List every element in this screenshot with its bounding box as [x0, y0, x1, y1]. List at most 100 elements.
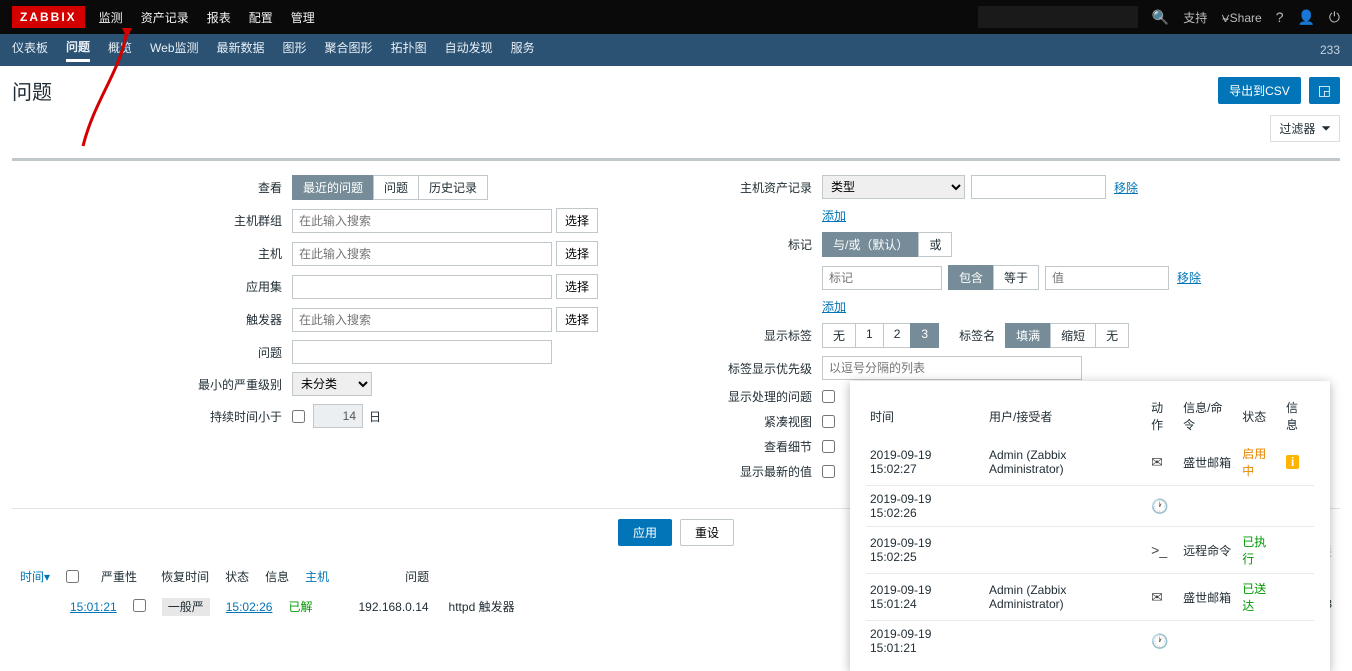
seg-view-recent[interactable]: 最近的问题 — [292, 175, 374, 200]
share-link[interactable]: ⍱Share — [1221, 9, 1261, 26]
pop-msg: 远程命令 — [1179, 527, 1238, 574]
app-select[interactable]: 选择 — [556, 274, 598, 299]
pop-status — [1238, 621, 1282, 662]
seg-view-history[interactable]: 历史记录 — [418, 175, 488, 200]
tag-andor-and[interactable]: 与/或（默认） — [822, 232, 919, 257]
hostgroup-input[interactable] — [292, 209, 552, 233]
label-latest: 显示最新的值 — [652, 463, 822, 480]
showtag-none[interactable]: 无 — [822, 323, 856, 348]
seg-view-problems[interactable]: 问题 — [373, 175, 419, 200]
resolved-checkbox[interactable] — [822, 390, 835, 403]
tag-name-input[interactable] — [822, 266, 942, 290]
pop-time: 2019-09-19 15:02:27 — [866, 439, 985, 486]
inventory-type-select[interactable]: 类型 — [822, 175, 965, 199]
subnav-discovery[interactable]: 自动发现 — [445, 39, 493, 62]
app-input[interactable] — [292, 275, 552, 299]
search-icon[interactable]: 🔍 — [1152, 9, 1169, 26]
host-input[interactable] — [292, 242, 552, 266]
row-checkbox[interactable] — [133, 599, 146, 612]
label-app: 应用集 — [12, 278, 292, 295]
showtag-1[interactable]: 1 — [855, 323, 884, 348]
filter-label: 过滤器 — [1279, 120, 1315, 137]
label-compact: 紧凑视图 — [652, 413, 822, 430]
popup-row: 2019-09-19 15:02:27Admin (Zabbix Adminis… — [866, 439, 1314, 486]
pop-user — [985, 621, 1147, 662]
trigger-select[interactable]: 选择 — [556, 307, 598, 332]
tagname-none[interactable]: 无 — [1095, 323, 1129, 348]
subnav-latest[interactable]: 最新数据 — [217, 39, 265, 62]
minsev-select[interactable]: 未分类 — [292, 372, 372, 396]
compact-checkbox[interactable] — [822, 415, 835, 428]
filter-toggle[interactable]: 过滤器 ⏷ — [1270, 115, 1340, 142]
filter-icon: ⏷ — [1321, 121, 1331, 136]
pop-status: 启用中 — [1238, 439, 1282, 486]
cell-problem: httpd 触发器 — [441, 598, 523, 615]
showtag-3[interactable]: 3 — [910, 323, 939, 348]
tag-op-contains[interactable]: 包含 — [948, 265, 994, 290]
problem-input[interactable] — [292, 340, 552, 364]
topnav: 监测 资产记录 报表 配置 管理 — [99, 9, 315, 26]
age-checkbox[interactable] — [292, 410, 305, 423]
tag-andor-or[interactable]: 或 — [918, 232, 952, 257]
details-checkbox[interactable] — [822, 440, 835, 453]
pop-th-user: 用户/接受者 — [985, 393, 1147, 439]
tag-op-equals[interactable]: 等于 — [993, 265, 1039, 290]
inventory-value-input[interactable] — [971, 175, 1106, 199]
inventory-add[interactable]: 添加 — [822, 207, 846, 224]
th-info: 信息 — [257, 568, 297, 585]
apply-button[interactable]: 应用 — [618, 519, 672, 546]
subnav: 仪表板 问题 概览 Web监测 最新数据 图形 聚合图形 拓扑图 自动发现 服务… — [0, 34, 1352, 66]
reset-button[interactable]: 重设 — [680, 519, 734, 546]
th-time[interactable]: 时间▾ — [12, 568, 58, 585]
subnav-maps[interactable]: 拓扑图 — [391, 39, 427, 62]
pop-msg — [1179, 621, 1238, 662]
tag-add[interactable]: 添加 — [822, 298, 846, 315]
pop-action-icon: 🕐 — [1147, 486, 1179, 527]
inventory-remove[interactable]: 移除 — [1114, 179, 1138, 196]
subnav-overview[interactable]: 概览 — [108, 39, 132, 62]
topnav-config[interactable]: 配置 — [249, 9, 273, 26]
popup-row: 2019-09-19 15:01:21🕐 — [866, 621, 1314, 662]
pop-msg: 盛世邮箱 — [1179, 574, 1238, 621]
subnav-dashboard[interactable]: 仪表板 — [12, 39, 48, 62]
support-link[interactable]: 支持 — [1183, 9, 1207, 26]
user-icon[interactable]: 👤 — [1297, 9, 1314, 26]
topnav-monitoring[interactable]: 监测 — [99, 9, 123, 26]
th-host[interactable]: 主机 — [297, 568, 337, 585]
pop-msg — [1179, 486, 1238, 527]
tagname-short[interactable]: 缩短 — [1050, 323, 1096, 348]
latest-checkbox[interactable] — [822, 465, 835, 478]
action-popup: 时间 用户/接受者 动作 信息/命令 状态 信息 2019-09-19 15:0… — [850, 381, 1330, 671]
topnav-inventory[interactable]: 资产记录 — [141, 9, 189, 26]
cell-recovery[interactable]: 15:02:26 — [218, 600, 281, 614]
pop-action-icon: ✉ — [1147, 574, 1179, 621]
tagname-full[interactable]: 填满 — [1005, 323, 1051, 348]
pop-status: 已执行 — [1238, 527, 1282, 574]
label-host: 主机 — [12, 245, 292, 262]
help-icon[interactable]: ? — [1276, 9, 1284, 25]
showtag-2[interactable]: 2 — [883, 323, 912, 348]
subnav-screens[interactable]: 聚合图形 — [325, 39, 373, 62]
export-csv-button[interactable]: 导出到CSV — [1218, 77, 1301, 104]
pop-action-icon: 🕐 — [1147, 621, 1179, 662]
trigger-input[interactable] — [292, 308, 552, 332]
th-checkbox[interactable] — [66, 570, 79, 583]
subnav-problems[interactable]: 问题 — [66, 38, 90, 62]
topnav-reports[interactable]: 报表 — [207, 9, 231, 26]
th-state: 状态 — [217, 568, 257, 585]
pop-time: 2019-09-19 15:01:24 — [866, 574, 985, 621]
tagprio-input[interactable] — [822, 356, 1082, 380]
power-icon[interactable]: ⏻ — [1329, 9, 1340, 26]
fullscreen-button[interactable]: ◲ — [1309, 77, 1340, 104]
host-select[interactable]: 选择 — [556, 241, 598, 266]
cell-time[interactable]: 15:01:21 — [62, 600, 125, 614]
subnav-services[interactable]: 服务 — [511, 39, 535, 62]
subnav-web[interactable]: Web监测 — [150, 39, 198, 62]
hostgroup-select[interactable]: 选择 — [556, 208, 598, 233]
page-title: 问题 — [12, 76, 52, 105]
search-input[interactable] — [978, 6, 1138, 28]
tag-remove[interactable]: 移除 — [1177, 269, 1201, 286]
tag-value-input[interactable] — [1045, 266, 1169, 290]
topnav-admin[interactable]: 管理 — [291, 9, 315, 26]
subnav-graphs[interactable]: 图形 — [283, 39, 307, 62]
